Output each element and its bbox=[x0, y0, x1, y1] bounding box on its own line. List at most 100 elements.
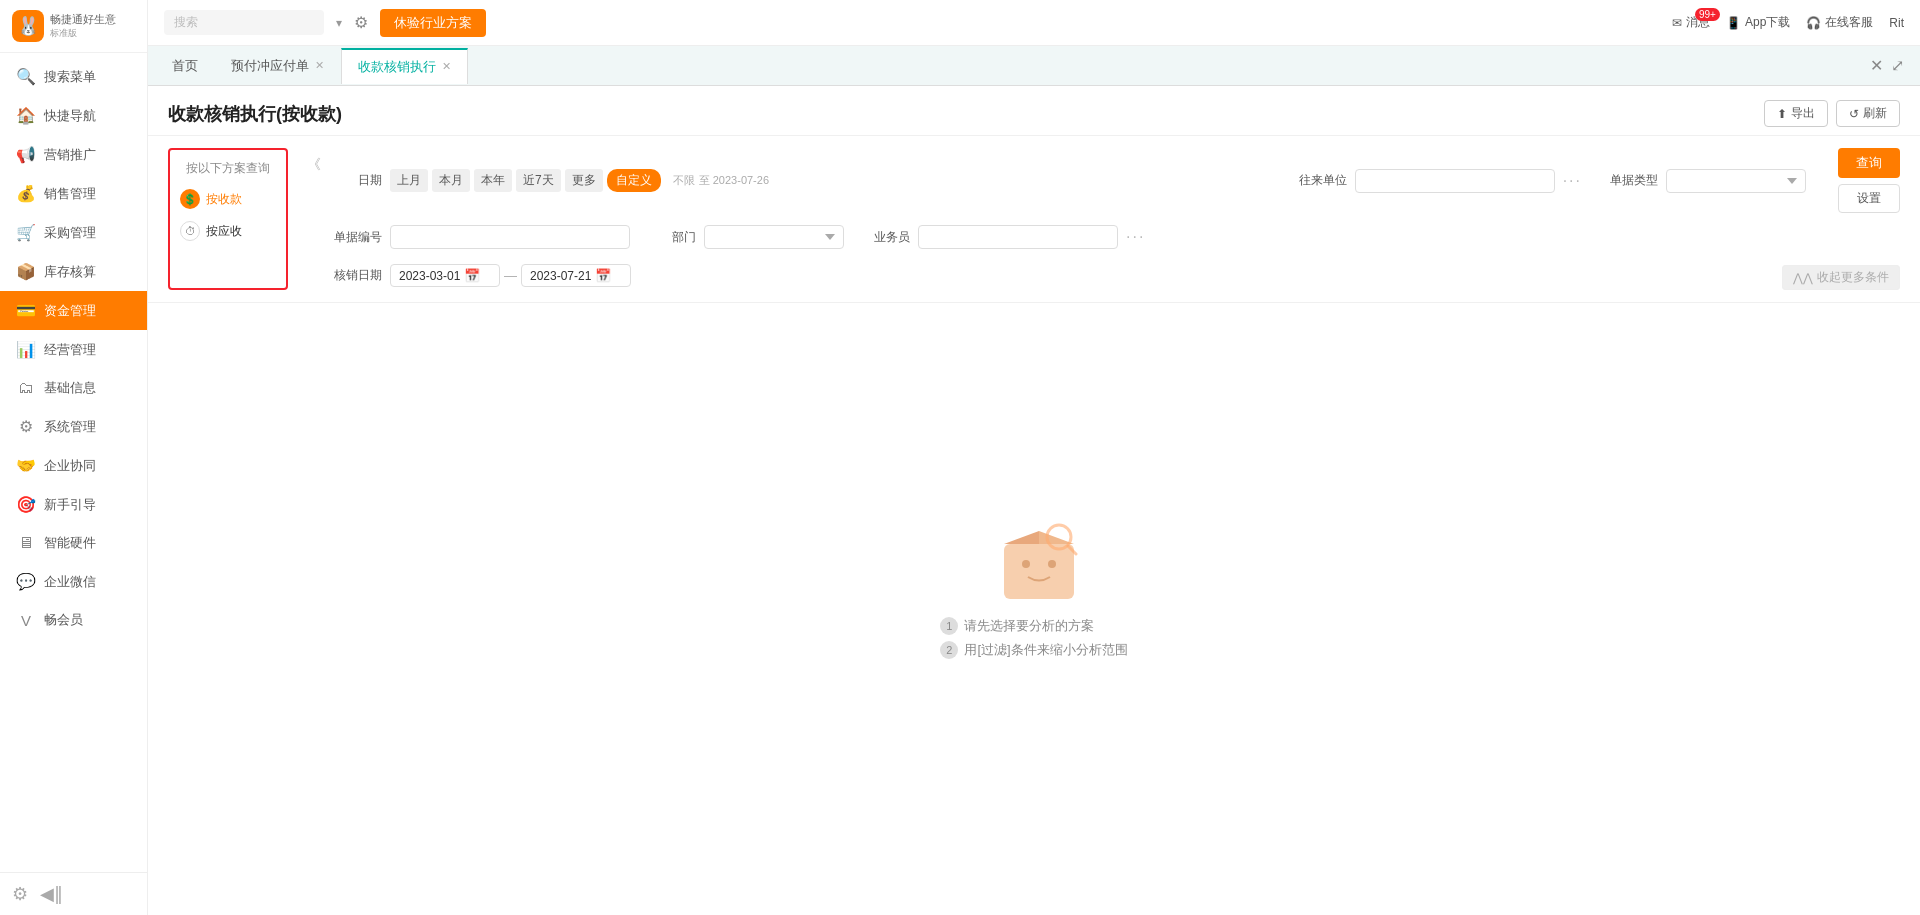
tab-expand-icon[interactable]: ⤢ bbox=[1891, 56, 1904, 75]
header-chevron-icon[interactable]: ▾ bbox=[336, 16, 342, 30]
date-btn-this-month[interactable]: 本月 bbox=[432, 169, 470, 192]
hint-num-1: 1 bbox=[940, 617, 958, 635]
date-btn-7days[interactable]: 近7天 bbox=[516, 169, 561, 192]
sidebar-item-purchase[interactable]: 🛒 采购管理 bbox=[0, 213, 147, 252]
filter-option-by-receivable[interactable]: ⏱ 按应收 bbox=[170, 215, 286, 247]
message-action[interactable]: ✉ 消息 99+ bbox=[1672, 14, 1710, 31]
sidebar-item-hardware[interactable]: 🖥 智能硬件 bbox=[0, 524, 147, 562]
sidebar-item-enterprise[interactable]: 🤝 企业协同 bbox=[0, 446, 147, 485]
purchase-icon: 🛒 bbox=[16, 223, 36, 242]
sidebar-item-label: 智能硬件 bbox=[44, 534, 96, 552]
empty-hints: 1 请先选择要分析的方案 2 用[过滤]条件来缩小分析范围 bbox=[940, 617, 1127, 659]
search-icon: 🔍 bbox=[16, 67, 36, 86]
refresh-button[interactable]: ↺ 刷新 bbox=[1836, 100, 1900, 127]
header-search-box[interactable]: 搜索 bbox=[164, 10, 324, 35]
quick-nav-icon: 🏠 bbox=[16, 106, 36, 125]
writeoff-date-range: 2023-03-01 📅 — 2023-07-21 📅 bbox=[390, 264, 631, 287]
receipt-icon: 💲 bbox=[180, 189, 200, 209]
doc-type-select[interactable] bbox=[1666, 169, 1806, 193]
sidebar-item-label: 库存核算 bbox=[44, 263, 96, 281]
sidebar-item-sales[interactable]: 💰 销售管理 bbox=[0, 174, 147, 213]
sidebar-item-quick-nav[interactable]: 🏠 快捷导航 bbox=[0, 96, 147, 135]
app-edition: 标准版 bbox=[50, 27, 116, 40]
counterpart-dots[interactable]: ··· bbox=[1563, 172, 1582, 190]
doc-type-label: 单据类型 bbox=[1598, 172, 1658, 189]
tab-prepay[interactable]: 预付冲应付单 ✕ bbox=[215, 49, 341, 83]
date-btn-more[interactable]: 更多 bbox=[565, 169, 603, 192]
salesman-dots[interactable]: ··· bbox=[1126, 228, 1145, 246]
counterpart-label: 往来单位 bbox=[1287, 172, 1347, 189]
settings-bottom-icon[interactable]: ⚙ bbox=[12, 883, 28, 905]
header-actions: ✉ 消息 99+ 📱 App下载 🎧 在线客服 Rit bbox=[1672, 14, 1904, 31]
date-separator: — bbox=[504, 268, 517, 283]
docno-input[interactable] bbox=[390, 225, 630, 249]
query-actions: 查询 设置 bbox=[1838, 148, 1900, 213]
writeoff-start-value: 2023-03-01 bbox=[399, 269, 460, 283]
collapse-filter-button[interactable]: 《 bbox=[304, 148, 324, 290]
tab-receivable-close[interactable]: ✕ bbox=[442, 60, 451, 73]
sidebar-item-system[interactable]: ⚙ 系统管理 bbox=[0, 407, 147, 446]
sidebar-item-search[interactable]: 🔍 搜索菜单 bbox=[0, 57, 147, 96]
svg-marker-1 bbox=[1004, 531, 1039, 544]
filter-panel: 按以下方案查询 💲 按收款 ⏱ 按应收 《 日期 bbox=[148, 136, 1920, 303]
sidebar-item-finance[interactable]: 💳 资金管理 bbox=[0, 291, 147, 330]
message-badge: 99+ bbox=[1695, 8, 1720, 21]
sidebar-nav: 🔍 搜索菜单 🏠 快捷导航 📢 营销推广 💰 销售管理 🛒 采购管理 📦 库存核… bbox=[0, 53, 147, 872]
app-name: 畅捷通好生意 bbox=[50, 12, 116, 26]
sidebar-item-inventory[interactable]: 📦 库存核算 bbox=[0, 252, 147, 291]
sidebar-item-vip[interactable]: V 畅会员 bbox=[0, 601, 147, 639]
app-download-action[interactable]: 📱 App下载 bbox=[1726, 14, 1790, 31]
writeoff-start-cal-icon[interactable]: 📅 bbox=[464, 268, 480, 283]
message-icon: ✉ bbox=[1672, 16, 1682, 30]
sidebar-item-marketing[interactable]: 📢 营销推广 bbox=[0, 135, 147, 174]
salesman-input[interactable] bbox=[918, 225, 1118, 249]
filter-row-1: 日期 上月 本月 本年 近7天 更多 自定义 不限 至 2023-07-26 bbox=[332, 148, 1900, 213]
main-area: 搜索 ▾ ⚙ 休验行业方案 ✉ 消息 99+ 📱 App下载 🎧 在线客服 Ri… bbox=[148, 0, 1920, 915]
chevron-up-icon: ⋀⋀ bbox=[1793, 271, 1813, 285]
sidebar-item-basic[interactable]: 🗂 基础信息 bbox=[0, 369, 147, 407]
setting-button[interactable]: 设置 bbox=[1838, 184, 1900, 213]
date-btn-last-month[interactable]: 上月 bbox=[390, 169, 428, 192]
page-content: 收款核销执行(按收款) ⬆ 导出 ↺ 刷新 按以下方案查询 💲 按收款 bbox=[148, 86, 1920, 915]
sidebar-bottom: ⚙ ◀‖ bbox=[0, 872, 147, 915]
sidebar-item-operation[interactable]: 📊 经营管理 bbox=[0, 330, 147, 369]
hint-text-1: 请先选择要分析的方案 bbox=[964, 617, 1094, 635]
sidebar-item-label: 营销推广 bbox=[44, 146, 96, 164]
filter-salesman-field: 业务员 ··· bbox=[860, 225, 1145, 249]
writeoff-end-cal-icon[interactable]: 📅 bbox=[595, 268, 611, 283]
tab-close-icon[interactable]: ✕ bbox=[1870, 56, 1883, 75]
collapse-sidebar-icon[interactable]: ◀‖ bbox=[40, 883, 63, 905]
export-button[interactable]: ⬆ 导出 bbox=[1764, 100, 1828, 127]
collapse-more-button[interactable]: ⋀⋀ 收起更多条件 bbox=[1782, 265, 1900, 290]
inventory-icon: 📦 bbox=[16, 262, 36, 281]
hardware-icon: 🖥 bbox=[16, 534, 36, 552]
empty-illustration bbox=[984, 499, 1084, 599]
app-download-label: App下载 bbox=[1745, 14, 1790, 31]
filter-doc-type-field: 单据类型 bbox=[1598, 169, 1806, 193]
query-button[interactable]: 查询 bbox=[1838, 148, 1900, 178]
date-btn-this-year[interactable]: 本年 bbox=[474, 169, 512, 192]
counterpart-input[interactable] bbox=[1355, 169, 1555, 193]
user-name[interactable]: Rit bbox=[1889, 16, 1904, 30]
filter-option-by-receipt[interactable]: 💲 按收款 bbox=[170, 183, 286, 215]
tab-home[interactable]: 首页 bbox=[156, 49, 215, 83]
sidebar-item-label: 销售管理 bbox=[44, 185, 96, 203]
writeoff-end-box: 2023-07-21 📅 bbox=[521, 264, 631, 287]
page-title: 收款核销执行(按收款) bbox=[168, 102, 342, 126]
vip-icon: V bbox=[16, 612, 36, 629]
sidebar-item-guide[interactable]: 🎯 新手引导 bbox=[0, 485, 147, 524]
tab-receivable[interactable]: 收款核销执行 ✕ bbox=[341, 48, 468, 84]
sidebar-item-wechat[interactable]: 💬 企业微信 bbox=[0, 562, 147, 601]
tab-prepay-close[interactable]: ✕ bbox=[315, 59, 324, 72]
solution-button[interactable]: 休验行业方案 bbox=[380, 9, 486, 37]
dept-select[interactable] bbox=[704, 225, 844, 249]
date-btn-custom[interactable]: 自定义 bbox=[607, 169, 661, 192]
collapse-more-area: ⋀⋀ 收起更多条件 bbox=[1782, 261, 1900, 290]
customer-service-action[interactable]: 🎧 在线客服 bbox=[1806, 14, 1873, 31]
empty-hint-2: 2 用[过滤]条件来缩小分析范围 bbox=[940, 641, 1127, 659]
finance-icon: 💳 bbox=[16, 301, 36, 320]
salesman-label: 业务员 bbox=[860, 229, 910, 246]
header-gear-icon[interactable]: ⚙ bbox=[354, 13, 368, 32]
dept-label: 部门 bbox=[646, 229, 696, 246]
writeoff-start-box: 2023-03-01 📅 bbox=[390, 264, 500, 287]
